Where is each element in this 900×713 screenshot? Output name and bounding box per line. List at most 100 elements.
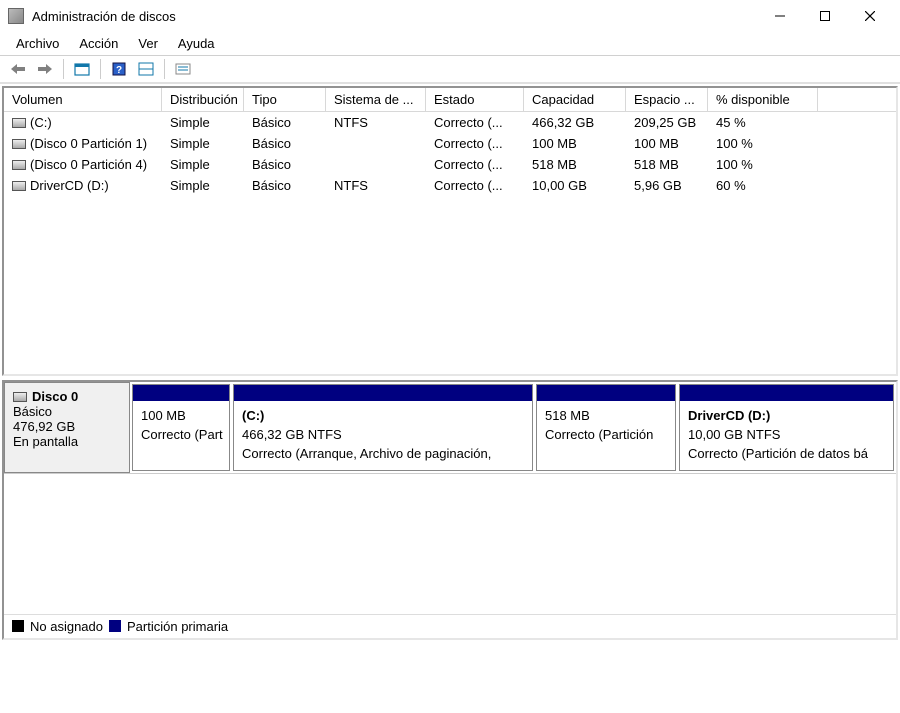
view-button-2[interactable] [171, 58, 195, 80]
volume-capacity: 100 MB [524, 133, 626, 154]
legend-unallocated: No asignado [30, 619, 103, 634]
partition-status: Correcto (Arranque, Archivo de paginació… [242, 446, 491, 461]
partition-strip: 100 MBCorrecto (Part (C:) 466,32 GB NTFS Co… [130, 382, 896, 473]
partition[interactable]: DriverCD (D:) 10,00 GB NTFS Correcto (Part… [679, 384, 894, 471]
volume-free: 100 MB [626, 133, 708, 154]
col-layout[interactable]: Distribución [162, 88, 244, 111]
forward-arrow-icon [38, 64, 52, 74]
toolbar-separator [164, 59, 165, 79]
disk-type: Básico [13, 404, 121, 419]
svg-text:?: ? [116, 65, 122, 76]
maximize-icon [820, 11, 830, 21]
volume-type: Básico [244, 133, 326, 154]
maximize-button[interactable] [802, 1, 847, 31]
volume-row[interactable]: (C:) SimpleBásicoNTFSCorrecto (...466,32 … [4, 112, 896, 133]
col-status[interactable]: Estado [426, 88, 524, 111]
toolbar: ? [0, 56, 900, 84]
volume-fs [326, 133, 426, 154]
menu-view[interactable]: Ver [128, 34, 168, 53]
volume-status: Correcto (... [426, 112, 524, 133]
volume-list[interactable]: Volumen Distribución Tipo Sistema de ...… [2, 86, 898, 376]
volume-header-row: Volumen Distribución Tipo Sistema de ...… [4, 88, 896, 112]
toolbar-separator [100, 59, 101, 79]
partition-size: 518 MB [545, 408, 590, 423]
volume-name: (Disco 0 Partición 4) [30, 157, 147, 172]
legend-swatch-unallocated [12, 620, 24, 632]
col-percent[interactable]: % disponible [708, 88, 818, 111]
view-button-1[interactable] [134, 58, 158, 80]
partition-cap [234, 385, 532, 401]
legend-swatch-primary [109, 620, 121, 632]
volume-status: Correcto (... [426, 154, 524, 175]
volume-status: Correcto (... [426, 175, 524, 196]
partition-cap [537, 385, 675, 401]
volume-type: Básico [244, 175, 326, 196]
volume-percent: 100 % [708, 133, 818, 154]
minimize-icon [775, 11, 785, 21]
volume-layout: Simple [162, 154, 244, 175]
col-type[interactable]: Tipo [244, 88, 326, 111]
partition-size: 466,32 GB NTFS [242, 427, 342, 442]
partition[interactable]: 100 MBCorrecto (Part [132, 384, 230, 471]
legend-primary: Partición primaria [127, 619, 228, 634]
empty-space [4, 474, 896, 614]
volume-icon [12, 181, 26, 191]
volume-icon [12, 160, 26, 170]
volume-name: (C:) [30, 115, 52, 130]
app-icon [8, 8, 24, 24]
volume-row[interactable]: DriverCD (D:)SimpleBásicoNTFSCorrecto (.… [4, 175, 896, 196]
disk-size: 476,92 GB [13, 419, 121, 434]
panel-icon [138, 62, 154, 76]
help-button[interactable]: ? [107, 58, 131, 80]
volume-row[interactable]: (Disco 0 Partición 1) SimpleBásico Correct… [4, 133, 896, 154]
menu-help[interactable]: Ayuda [168, 34, 225, 53]
disk-info[interactable]: Disco 0 Básico 476,92 GB En pantalla [4, 382, 130, 473]
volume-row[interactable]: (Disco 0 Partición 4)SimpleBásicoCorrect… [4, 154, 896, 175]
partition-title: (C:) [242, 408, 264, 423]
col-filesystem[interactable]: Sistema de ... [326, 88, 426, 111]
volume-layout: Simple [162, 133, 244, 154]
toolbar-separator [63, 59, 64, 79]
volume-fs [326, 154, 426, 175]
title-bar: Administración de discos [0, 0, 900, 32]
back-button[interactable] [6, 58, 30, 80]
partition-status: Correcto (Part [141, 427, 223, 442]
volume-name: (Disco 0 Partición 1) [30, 136, 147, 151]
partition-status: Correcto (Partición de datos bá [688, 446, 868, 461]
volume-capacity: 466,32 GB [524, 112, 626, 133]
back-arrow-icon [11, 64, 25, 74]
volume-free: 518 MB [626, 154, 708, 175]
menu-file[interactable]: Archivo [6, 34, 69, 53]
disk-graphic-pane: Disco 0 Básico 476,92 GB En pantalla 100… [2, 380, 898, 640]
volume-capacity: 10,00 GB [524, 175, 626, 196]
volume-type: Básico [244, 112, 326, 133]
partition-size: 10,00 GB NTFS [688, 427, 780, 442]
forward-button[interactable] [33, 58, 57, 80]
list-icon [175, 62, 191, 76]
volume-fs: NTFS [326, 112, 426, 133]
menu-action[interactable]: Acción [69, 34, 128, 53]
minimize-button[interactable] [757, 1, 802, 31]
partition[interactable]: 518 MBCorrecto (Partición [536, 384, 676, 471]
volume-percent: 45 % [708, 112, 818, 133]
disk-icon [13, 392, 27, 402]
volume-layout: Simple [162, 175, 244, 196]
partition-cap [133, 385, 229, 401]
volume-icon [12, 118, 26, 128]
col-capacity[interactable]: Capacidad [524, 88, 626, 111]
disk-status: En pantalla [13, 434, 121, 449]
volume-layout: Simple [162, 112, 244, 133]
properties-icon [74, 62, 90, 76]
col-volume[interactable]: Volumen [4, 88, 162, 111]
volume-status: Correcto (... [426, 133, 524, 154]
properties-button[interactable] [70, 58, 94, 80]
close-button[interactable] [847, 1, 892, 31]
partition[interactable]: (C:) 466,32 GB NTFS Correcto (Arranque, Ar… [233, 384, 533, 471]
partition-title: DriverCD (D:) [688, 408, 770, 423]
partition-cap [680, 385, 893, 401]
volume-free: 5,96 GB [626, 175, 708, 196]
volume-free: 209,25 GB [626, 112, 708, 133]
disk-name: Disco 0 [32, 389, 78, 404]
col-free[interactable]: Espacio ... [626, 88, 708, 111]
volume-percent: 100 % [708, 154, 818, 175]
